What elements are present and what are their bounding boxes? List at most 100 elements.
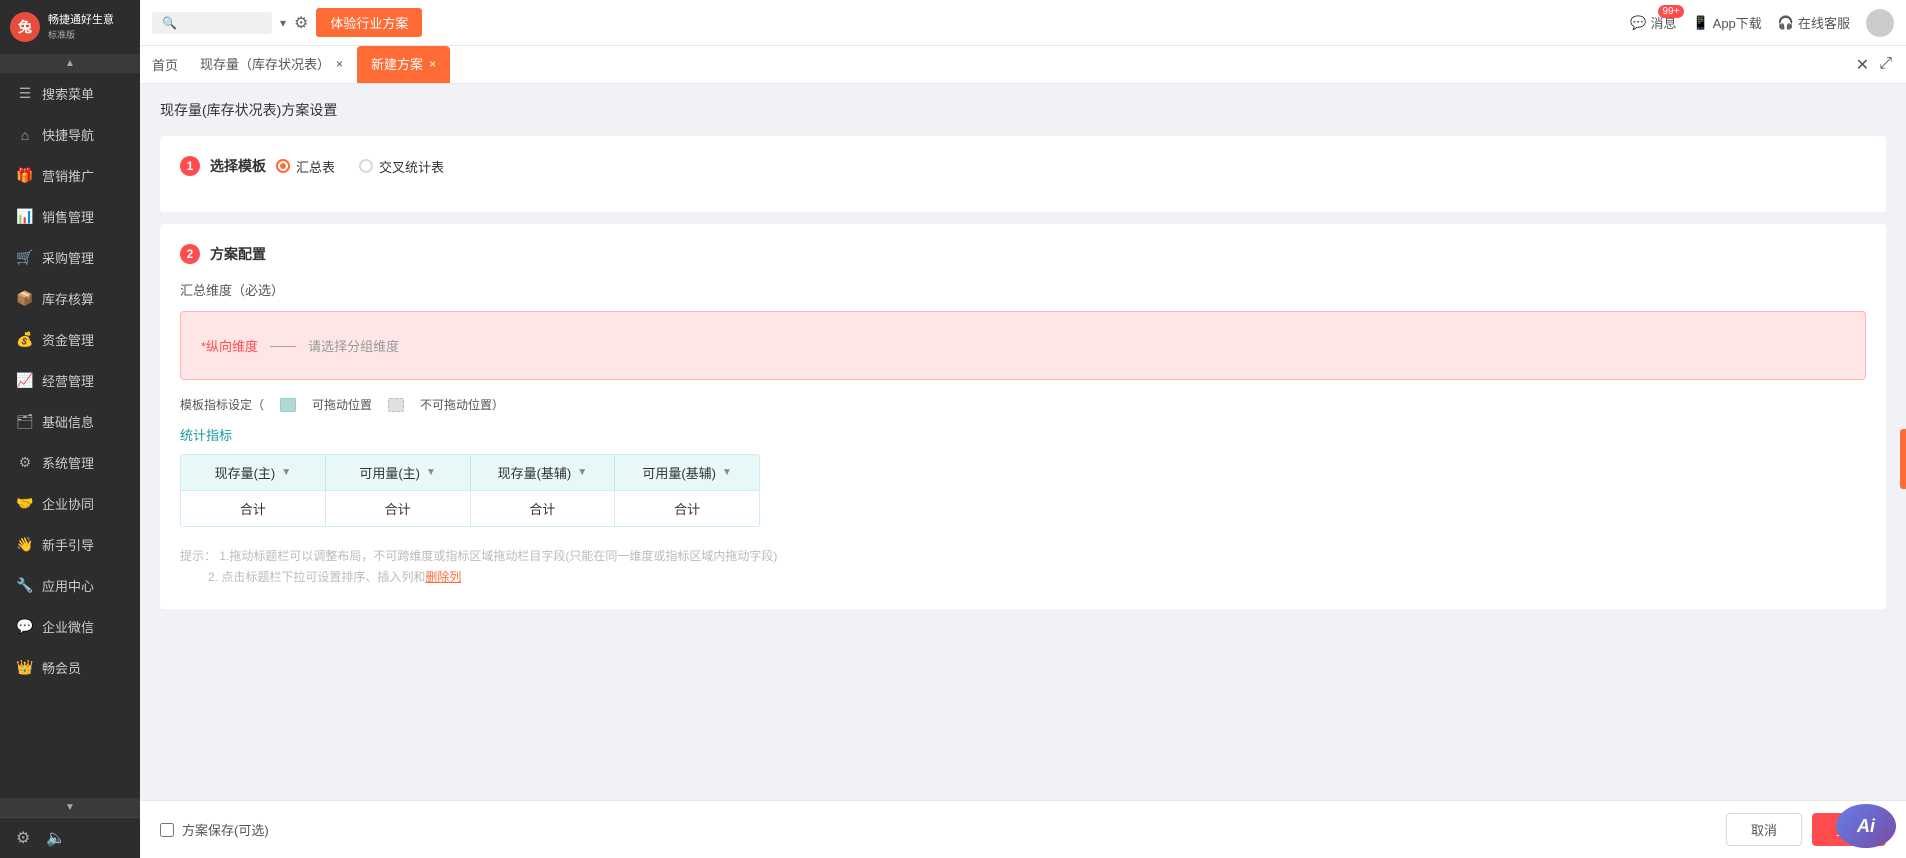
tab-home[interactable]: 首页	[152, 55, 178, 74]
col-chevron-3: ▼	[722, 467, 732, 478]
tip-text-1: 2. 点击标题栏下拉可设置排序、插入列和	[208, 570, 425, 584]
sidebar-item-label: 销售管理	[42, 207, 94, 226]
app-download-btn[interactable]: 📱 App下载	[1692, 13, 1761, 32]
stats-col-3[interactable]: 可用量(基辅) ▼	[615, 455, 759, 490]
sidebar-item-collab[interactable]: 🤝 企业协同	[0, 483, 140, 524]
dimension-placeholder: 请选择分组维度	[308, 336, 399, 355]
volume-icon[interactable]: 🔈	[46, 828, 66, 848]
sidebar-item-label: 畅会员	[42, 658, 81, 677]
section1-header: 1 选择模板 汇总表 交叉统计表	[180, 156, 1866, 176]
sidebar-item-newuser[interactable]: 👋 新手引导	[0, 524, 140, 565]
stats-table-header: 现存量(主) ▼ 可用量(主) ▼ 现存量(基辅) ▼ 可用量(基辅)	[181, 455, 759, 490]
sidebar-scroll-down[interactable]: ▼	[0, 798, 140, 817]
sidebar-item-label: 资金管理	[42, 330, 94, 349]
sidebar-item-purchase[interactable]: 🛒 采购管理	[0, 237, 140, 278]
sidebar-item-finance[interactable]: 💰 资金管理	[0, 319, 140, 360]
tip-row-1: 2. 点击标题栏下拉可设置排序、插入列和删除列	[180, 568, 1866, 585]
tab-inventory-close[interactable]: ×	[336, 57, 343, 71]
stats-col-1[interactable]: 可用量(主) ▼	[326, 455, 471, 490]
sidebar-item-label: 快捷导航	[42, 125, 94, 144]
stats-cell-0: 合计	[181, 491, 326, 526]
home-icon: ⌂	[16, 126, 34, 144]
radio-summary-label: 汇总表	[296, 157, 335, 176]
stats-col-2[interactable]: 现存量(基辅) ▼	[471, 455, 616, 490]
tab-new-plan-close[interactable]: ×	[429, 57, 436, 71]
topbar-dropdown-btn[interactable]: ▾	[280, 16, 286, 30]
tab-new-plan-label: 新建方案	[371, 54, 423, 73]
settings-icon[interactable]: ⚙	[16, 828, 30, 848]
section-plan-config: 2 方案配置 汇总维度（必选） *纵向维度 —— 请选择分组维度 模板指标设定（…	[160, 224, 1886, 609]
radio-cross-label: 交叉统计表	[379, 157, 444, 176]
dimension-row: *纵向维度 —— 请选择分组维度	[201, 336, 1845, 355]
sidebar-item-basics[interactable]: 🗂 基础信息	[0, 401, 140, 442]
tab-inventory[interactable]: 现存量（库存状况表） ×	[186, 46, 357, 83]
sidebar-item-operations[interactable]: 📈 经营管理	[0, 360, 140, 401]
draggable-legend-box	[280, 398, 296, 412]
indicator-section: 模板指标设定（ 可拖动位置 不可拖动位置） 统计指标 现存量(主) ▼ 可用	[180, 396, 1866, 585]
sidebar-item-system[interactable]: ⚙ 系统管理	[0, 442, 140, 483]
sidebar-scroll-up[interactable]: ▲	[0, 54, 140, 73]
trial-btn[interactable]: 体验行业方案	[316, 8, 422, 37]
sidebar-item-label: 搜索菜单	[42, 84, 94, 103]
summary-dim-label: 汇总维度（必选）	[180, 280, 1866, 299]
sidebar-nav: ☰ 搜索菜单 ⌂ 快捷导航 🎁 营销推广 📊 销售管理 🛒 采购管理 📦 库存核…	[0, 73, 140, 798]
wechat-icon: 💬	[16, 618, 34, 636]
sidebar-item-member[interactable]: 👑 畅会员	[0, 647, 140, 688]
message-icon: 💬	[1630, 15, 1646, 31]
sidebar-item-label: 采购管理	[42, 248, 94, 267]
col-label-2: 现存量(基辅)	[498, 463, 572, 482]
app-edition: 标准版	[48, 28, 114, 41]
gift-icon: 🎁	[16, 167, 34, 185]
main-content: 🔍 ▾ ⚙ 体验行业方案 💬 消息 99+ 📱 App下载 🎧 在线客服 首页	[140, 0, 1906, 858]
money-icon: 💰	[16, 331, 34, 349]
tips-section: 提示： 1.拖动标题栏可以调整布局，不可跨维度或指标区域拖动栏目字段(只能在同一…	[180, 547, 1866, 585]
col-chevron-1: ▼	[426, 467, 436, 478]
sidebar-item-inventory[interactable]: 📦 库存核算	[0, 278, 140, 319]
save-checkbox[interactable]	[160, 823, 174, 837]
sidebar-item-sales[interactable]: 📊 销售管理	[0, 196, 140, 237]
topbar-gear-icon[interactable]: ⚙	[294, 13, 308, 33]
stats-col-0[interactable]: 现存量(主) ▼	[181, 455, 326, 490]
tabs-right: ✕ ⤢	[1854, 53, 1894, 77]
tab-new-plan[interactable]: 新建方案 ×	[357, 46, 450, 83]
indicator-legend: 模板指标设定（ 可拖动位置 不可拖动位置）	[180, 396, 1866, 413]
radio-cross[interactable]: 交叉统计表	[359, 157, 444, 176]
draggable-label: 可拖动位置	[312, 396, 372, 413]
ai-badge[interactable]: Ai	[1836, 804, 1896, 848]
dimension-dash: ——	[270, 338, 296, 353]
sidebar: 兔 畅捷通好生意 标准版 ▲ ☰ 搜索菜单 ⌂ 快捷导航 🎁 营销推广 📊 销售…	[0, 0, 140, 858]
sidebar-item-appcenter[interactable]: 🔧 应用中心	[0, 565, 140, 606]
radio-summary[interactable]: 汇总表	[276, 157, 335, 176]
user-avatar[interactable]	[1866, 9, 1894, 37]
online-service-btn[interactable]: 🎧 在线客服	[1778, 13, 1850, 32]
stats-cell-2: 合计	[471, 491, 616, 526]
gear-icon: ⚙	[16, 454, 34, 472]
sidebar-item-label: 企业微信	[42, 617, 94, 636]
section2-title: 方案配置	[210, 244, 266, 264]
tab-close-btn[interactable]: ✕	[1854, 53, 1871, 77]
radio-summary-circle	[276, 159, 290, 173]
tip-text-0: 1.拖动标题栏可以调整布局，不可跨维度或指标区域拖动栏目字段(只能在同一维度或指…	[219, 549, 777, 563]
section2-header: 2 方案配置	[180, 244, 1866, 264]
tab-expand-btn[interactable]: ⤢	[1877, 53, 1894, 77]
tab-inventory-label: 现存量（库存状况表）	[200, 54, 330, 73]
tip-highlight: 删除列	[425, 570, 461, 584]
sidebar-item-marketing[interactable]: 🎁 营销推广	[0, 155, 140, 196]
headset-icon: 🎧	[1778, 15, 1794, 31]
cancel-button[interactable]: 取消	[1726, 813, 1802, 846]
col-label-3: 可用量(基辅)	[642, 463, 716, 482]
sidebar-item-quicknav[interactable]: ⌂ 快捷导航	[0, 114, 140, 155]
sidebar-item-label: 基础信息	[42, 412, 94, 431]
tip-row-0: 提示： 1.拖动标题栏可以调整布局，不可跨维度或指标区域拖动栏目字段(只能在同一…	[180, 547, 1866, 564]
step2-badge: 2	[180, 244, 200, 264]
sidebar-item-wechat[interactable]: 💬 企业微信	[0, 606, 140, 647]
phone-icon: 📱	[1692, 15, 1708, 31]
ai-label: Ai	[1857, 816, 1875, 837]
messages-btn[interactable]: 💬 消息 99+	[1630, 13, 1676, 32]
col-chevron-0: ▼	[281, 467, 291, 478]
search-icon: 🔍	[162, 16, 177, 30]
sidebar-item-search[interactable]: ☰ 搜索菜单	[0, 73, 140, 114]
sidebar-item-label: 库存核算	[42, 289, 94, 308]
box-icon: 📦	[16, 290, 34, 308]
app-download-label: App下载	[1713, 13, 1762, 32]
